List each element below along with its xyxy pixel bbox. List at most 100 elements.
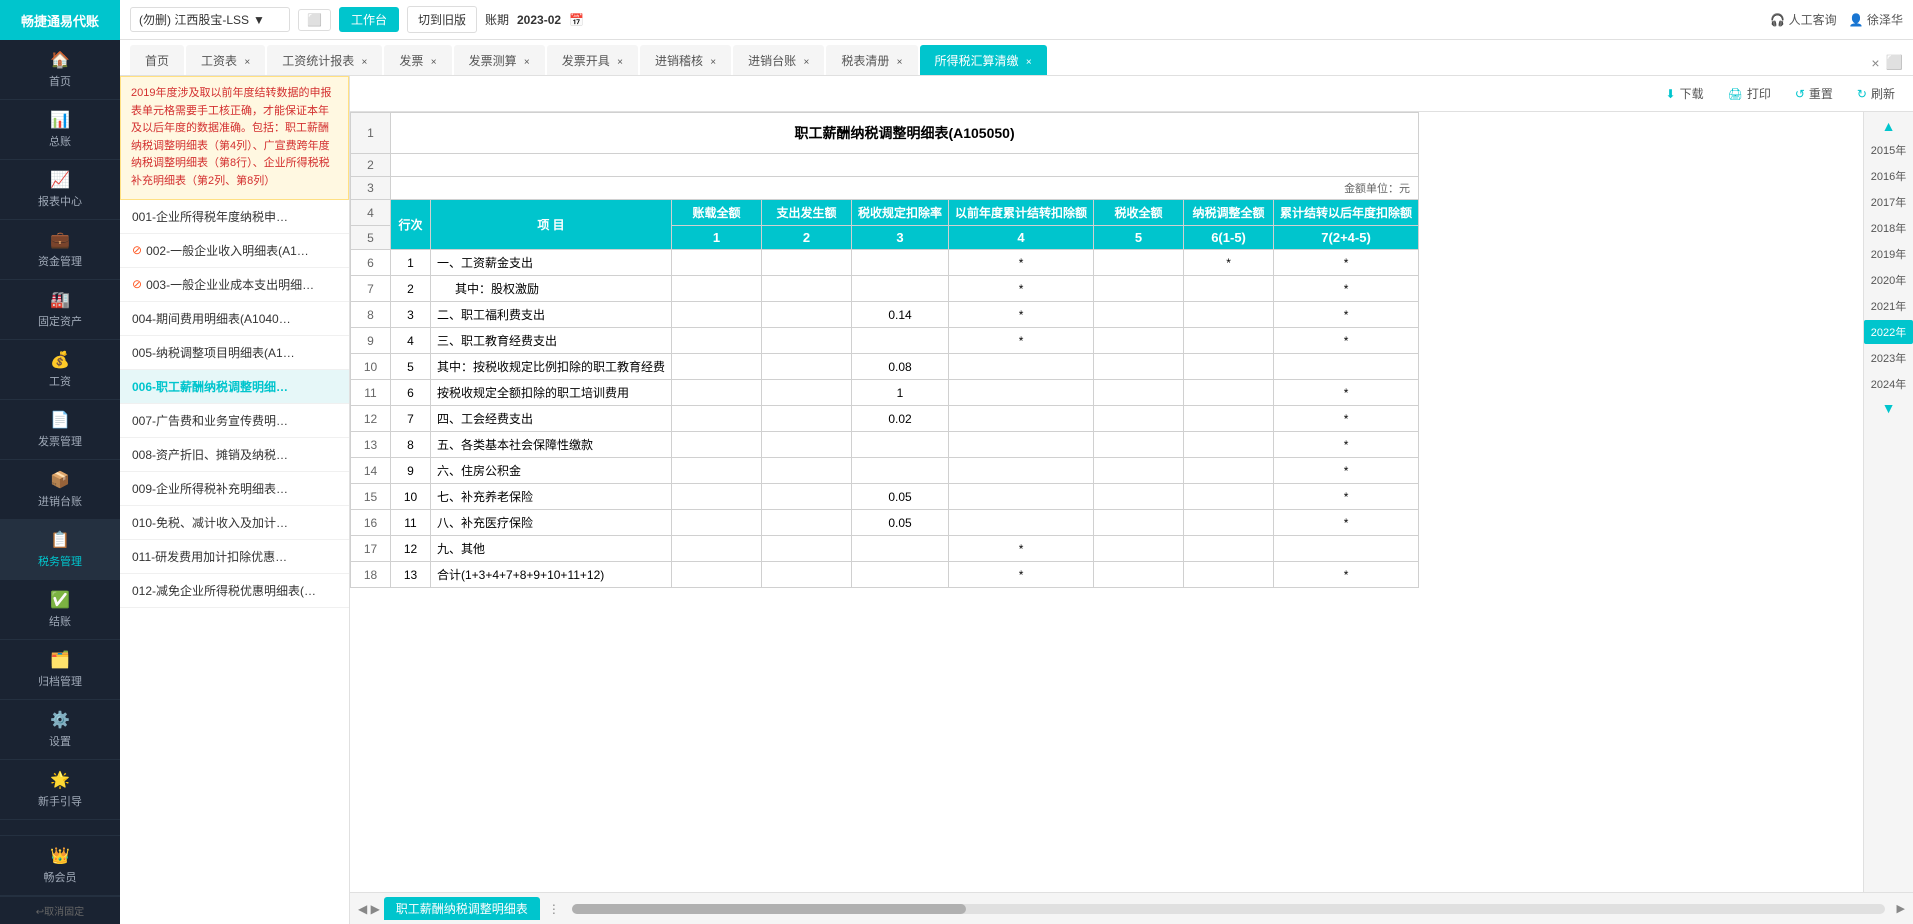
guide-icon: 🌟 (50, 770, 70, 790)
restore-tab-icon[interactable]: ⬜ (1886, 54, 1903, 71)
table-row: 7 2 其中：股权激励 * * (351, 276, 1419, 302)
form-list-item-009[interactable]: 009-企业所得税补充明细表… (120, 472, 349, 506)
sidebar-item-settings[interactable]: ⚙️ 设置 (0, 700, 120, 760)
row-num-3: 3 (351, 177, 391, 200)
sidebar-item-settlement[interactable]: ✅ 结账 (0, 580, 120, 640)
form-list-item-002[interactable]: ⊘002-一般企业收入明细表(A1… (120, 234, 349, 268)
form-list-item-011[interactable]: 011-研发费用加计扣除优惠… (120, 540, 349, 574)
settings-icon: ⚙️ (50, 710, 70, 730)
year-2021[interactable]: 2021年 (1864, 294, 1913, 318)
sidebar-item-guide[interactable]: 🌟 新手引导 (0, 760, 120, 820)
tab-close-invoice-open[interactable]: × (617, 57, 623, 68)
sidebar-item-payroll[interactable]: 💰 工资 (0, 340, 120, 400)
membership-icon: 👑 (50, 846, 70, 866)
cancel-fixed-btn[interactable]: ↩取消固定 (0, 896, 120, 924)
year-2024[interactable]: 2024年 (1864, 372, 1913, 396)
tab-close-invoice-calc[interactable]: × (524, 57, 530, 68)
tab-invoice-open[interactable]: 发票开具 × (547, 45, 638, 75)
form-list-item-001[interactable]: 001-企业所得税年度纳税申… (120, 200, 349, 234)
sidebar-item-invoice-mgmt[interactable]: 📄 发票管理 (0, 400, 120, 460)
close-tab-icon[interactable]: × (1871, 55, 1879, 71)
sidebar-item-assets-mgmt[interactable]: 💼 资金管理 (0, 220, 120, 280)
tab-close-payroll-stats[interactable]: × (362, 57, 368, 68)
sidebar-item-label: 归档管理 (38, 673, 82, 689)
tab-close-invoice[interactable]: × (431, 57, 437, 68)
sidebar-item-purchase[interactable]: 📦 进销台账 (0, 460, 120, 520)
tab-income-tax[interactable]: 所得税汇算清缴 × (920, 45, 1047, 75)
tab-payroll-stats[interactable]: 工资统计报表 × (267, 45, 382, 75)
form-list-item-007[interactable]: 007-广告费和业务宣传费明… (120, 404, 349, 438)
refresh-icon: ↻ (1857, 87, 1867, 101)
year-2018[interactable]: 2018年 (1864, 216, 1913, 240)
notice-bar: 2019年度涉及取以前年度结转数据的申报表单元格需要手工核正确，才能保证本年及以… (120, 76, 349, 200)
sheet-nav-left[interactable]: ◀ ▶ (358, 902, 380, 916)
company-selector[interactable]: (勿删) 江西股宝-LSS ▼ (130, 7, 290, 32)
switch-old-button[interactable]: 切到旧版 (407, 6, 477, 33)
form-list-item-008[interactable]: 008-资产折旧、摊销及纳税… (120, 438, 349, 472)
workbench-button[interactable]: 工作台 (339, 7, 399, 32)
sidebar-item-archive[interactable]: 🗂️ 归档管理 (0, 640, 120, 700)
sidebar-item-label: 进销台账 (38, 493, 82, 509)
tab-payroll[interactable]: 工资表 × (186, 45, 265, 75)
tabbar-controls: × ⬜ (1871, 54, 1903, 75)
form-list-item-005[interactable]: 005-纳税调整项目明细表(A1… (120, 336, 349, 370)
year-2016[interactable]: 2016年 (1864, 164, 1913, 188)
bottom-tab-main[interactable]: 职工薪酬纳税调整明细表 (384, 897, 540, 920)
table-row: 16 11 八、补充医疗保险 0.05 * (351, 510, 1419, 536)
print-icon: 🖨 (1728, 87, 1743, 101)
copy-btn[interactable]: ⬜ (298, 9, 331, 31)
print-button[interactable]: 🖨 打印 (1722, 82, 1777, 105)
col-row-header: 行次 (391, 200, 431, 250)
year-2022[interactable]: 2022年 (1864, 320, 1913, 344)
tab-close-purchase-check[interactable]: × (710, 57, 716, 68)
row-num-4: 4 (351, 200, 391, 226)
scroll-right-icon[interactable]: ▶ (1897, 902, 1905, 915)
form-list-item-010[interactable]: 010-免税、减计收入及加计… (120, 506, 349, 540)
year-2015[interactable]: 2015年 (1864, 138, 1913, 162)
form-list-item-012[interactable]: 012-减免企业所得税优惠明细表(… (120, 574, 349, 608)
sidebar-item-label: 固定资产 (38, 313, 82, 329)
form-list-item-006[interactable]: 006-职工薪酬纳税调整明细… (120, 370, 349, 404)
refresh-button[interactable]: ↻ 刷新 (1851, 82, 1901, 105)
sidebar-item-tax[interactable]: 📋 税务管理 (0, 520, 120, 580)
year-scroll-up[interactable]: ▲ (1880, 116, 1898, 136)
year-2017[interactable]: 2017年 (1864, 190, 1913, 214)
horizontal-scrollbar[interactable] (572, 904, 1885, 914)
spreadsheet-wrapper[interactable]: 1 职工薪酬纳税调整明细表(A105050) 2 3 金额单位：元 (350, 112, 1863, 892)
year-scroll-down[interactable]: ▼ (1880, 398, 1898, 418)
sidebar-item-membership[interactable]: 👑 畅会员 (0, 835, 120, 896)
tab-close-income-tax[interactable]: × (1026, 57, 1032, 68)
sidebar: 畅捷通易代账 🏠 首页 📊 总账 📈 报表中心 💼 资金管理 🏭 固定资产 💰 … (0, 0, 120, 924)
fixed-assets-icon: 🏭 (50, 290, 70, 310)
sidebar-item-label: 工资 (49, 373, 71, 389)
content-toolbar: ⬇ 下载 🖨 打印 ↺ 重置 ↻ 刷新 (350, 76, 1913, 112)
form-list-item-003[interactable]: ⊘003-一般企业业成本支出明细… (120, 268, 349, 302)
year-2020[interactable]: 2020年 (1864, 268, 1913, 292)
tab-invoice[interactable]: 发票 × (384, 45, 451, 75)
reset-button[interactable]: ↺ 重置 (1789, 82, 1839, 105)
tab-close-purchase-ledger[interactable]: × (803, 57, 809, 68)
tab-purchase-ledger[interactable]: 进销台账 × (733, 45, 824, 75)
form-list-item-004[interactable]: 004-期间费用明细表(A1040… (120, 302, 349, 336)
tab-close-payroll[interactable]: × (244, 57, 250, 68)
download-button[interactable]: ⬇ 下载 (1660, 82, 1710, 105)
calendar-icon[interactable]: 📅 (569, 13, 584, 27)
sidebar-item-label: 结账 (49, 613, 71, 629)
tab-close-tax-clearance[interactable]: × (897, 57, 903, 68)
tab-home[interactable]: 首页 (130, 45, 184, 75)
user-service[interactable]: 🎧 人工客询 (1770, 11, 1836, 28)
sidebar-item-reports[interactable]: 📈 报表中心 (0, 160, 120, 220)
year-2019[interactable]: 2019年 (1864, 242, 1913, 266)
user-avatar[interactable]: 👤 徐泽华 (1849, 11, 1903, 28)
table-row: 14 9 六、住房公积金 * (351, 458, 1419, 484)
tab-tax-clearance[interactable]: 税表清册 × (826, 45, 917, 75)
table-row: 10 5 其中：按税收规定比例扣除的职工教育经费 0.08 (351, 354, 1419, 380)
tab-purchase-check[interactable]: 进销稽核 × (640, 45, 731, 75)
chevron-down-icon: ▼ (253, 13, 265, 27)
sidebar-item-ledger[interactable]: 📊 总账 (0, 100, 120, 160)
year-2023[interactable]: 2023年 (1864, 346, 1913, 370)
sidebar-item-fixed-assets[interactable]: 🏭 固定资产 (0, 280, 120, 340)
sheet-options-icon[interactable]: ⋮ (548, 902, 560, 916)
tab-invoice-calc[interactable]: 发票测算 × (454, 45, 545, 75)
sidebar-item-home[interactable]: 🏠 首页 (0, 40, 120, 100)
